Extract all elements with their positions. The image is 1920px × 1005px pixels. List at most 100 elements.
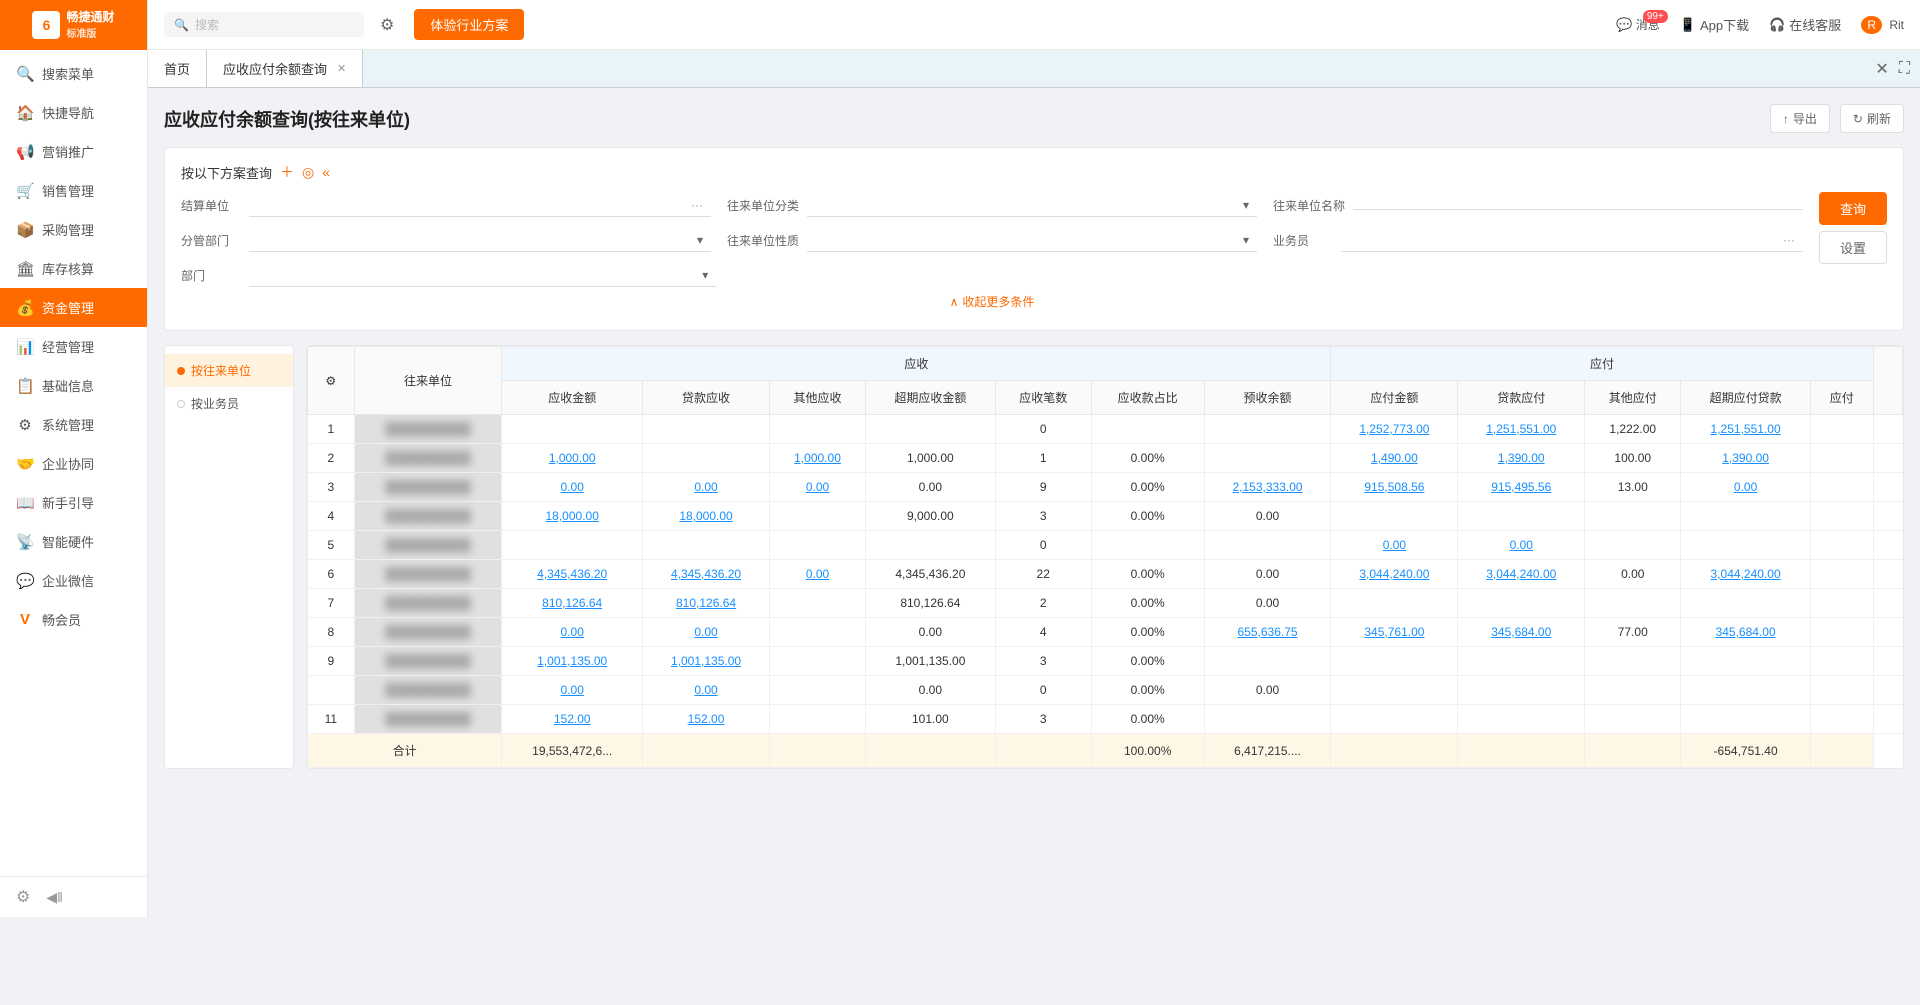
- table-cell[interactable]: 1,390.00: [1681, 444, 1811, 473]
- table-cell[interactable]: 0.00: [643, 676, 770, 705]
- sidebar-item-cooperation[interactable]: 🤝 企业协同: [0, 444, 147, 483]
- table-cell[interactable]: [643, 415, 770, 444]
- header-search-box[interactable]: 🔍 搜索: [164, 12, 364, 37]
- footer-advance[interactable]: 6,417,215....: [1204, 734, 1331, 768]
- table-cell[interactable]: 1,000.00: [502, 444, 643, 473]
- settings-icon[interactable]: ⚙: [16, 887, 30, 907]
- branch-dept-select[interactable]: ▾: [249, 229, 711, 252]
- header-gear-icon[interactable]: ⚙: [380, 15, 394, 35]
- sidebar-item-weixin[interactable]: 💬 企业微信: [0, 561, 147, 600]
- table-cell[interactable]: 0.00: [769, 560, 865, 589]
- table-cell[interactable]: 1,252,773.00: [1331, 415, 1458, 444]
- table-cell[interactable]: 1,001,135.00: [643, 647, 770, 676]
- table-cell[interactable]: [643, 531, 770, 560]
- filter-collapse-icon[interactable]: «: [322, 164, 330, 180]
- sidebar-item-operation[interactable]: 📊 经营管理: [0, 327, 147, 366]
- message-button[interactable]: 💬 消息 99+: [1616, 16, 1660, 33]
- user-menu[interactable]: R Rit: [1861, 18, 1904, 32]
- add-filter-icon[interactable]: ＋: [280, 162, 294, 182]
- table-cell: [1585, 589, 1681, 618]
- table-cell[interactable]: 4,345,436.20: [502, 560, 643, 589]
- tab-ar-ap[interactable]: 应收应付余额查询 ✕: [207, 50, 363, 87]
- table-cell[interactable]: 0.00: [1331, 531, 1458, 560]
- partner-name-input[interactable]: [1353, 201, 1803, 210]
- collapse-icon[interactable]: ◀‖: [46, 889, 63, 906]
- table-cell[interactable]: 3,044,240.00: [1458, 560, 1585, 589]
- partner-nature-select[interactable]: ▾: [807, 229, 1257, 252]
- online-service-button[interactable]: 🎧 在线客服: [1769, 15, 1841, 34]
- sidebar-item-guide[interactable]: 📖 新手引导: [0, 483, 147, 522]
- footer-ar-total[interactable]: 19,553,472,6...: [502, 734, 643, 768]
- table-cell[interactable]: 0.00: [502, 473, 643, 502]
- table-cell: [1331, 647, 1458, 676]
- table-cell[interactable]: 1,490.00: [1331, 444, 1458, 473]
- table-cell[interactable]: 810,126.64: [643, 589, 770, 618]
- table-cell[interactable]: 345,761.00: [1331, 618, 1458, 647]
- table-cell[interactable]: 0.00: [643, 473, 770, 502]
- table-cell[interactable]: 3,044,240.00: [1331, 560, 1458, 589]
- table-cell[interactable]: 1,390.00: [1458, 444, 1585, 473]
- left-panel-item-by-partner[interactable]: 按往来单位: [165, 354, 293, 387]
- sidebar-item-system[interactable]: ⚙ 系统管理: [0, 405, 147, 444]
- sidebar-item-finance[interactable]: 💰 资金管理: [0, 288, 147, 327]
- sidebar-item-smart-hw[interactable]: 📡 智能硬件: [0, 522, 147, 561]
- table-cell[interactable]: 18,000.00: [643, 502, 770, 531]
- table-cell[interactable]: 0.00: [1681, 473, 1811, 502]
- table-cell[interactable]: 1,000.00: [769, 444, 865, 473]
- table-cell[interactable]: 152.00: [502, 705, 643, 734]
- table-cell[interactable]: 152.00: [643, 705, 770, 734]
- table-cell[interactable]: 18,000.00: [502, 502, 643, 531]
- sidebar-item-purchase[interactable]: 📦 采购管理: [0, 210, 147, 249]
- table-cell[interactable]: 0.00: [502, 676, 643, 705]
- set-button[interactable]: 设置: [1819, 231, 1887, 264]
- salesperson-input[interactable]: ···: [1341, 229, 1803, 252]
- table-cell[interactable]: 0.00: [502, 618, 643, 647]
- table-cell[interactable]: [643, 444, 770, 473]
- table-cell[interactable]: 3,044,240.00: [1681, 560, 1811, 589]
- table-cell[interactable]: 0.00: [643, 618, 770, 647]
- page-title: 应收应付余额查询(按往来单位): [164, 106, 410, 132]
- table-cell[interactable]: 345,684.00: [1681, 618, 1811, 647]
- refresh-button[interactable]: ↻ 刷新: [1840, 104, 1904, 133]
- tab-expand-icon[interactable]: ⛶: [1899, 60, 1910, 78]
- query-button[interactable]: 查询: [1819, 192, 1887, 225]
- table-cell[interactable]: 1,251,551.00: [1458, 415, 1585, 444]
- sidebar-item-quick-nav[interactable]: 🏠 快捷导航: [0, 93, 147, 132]
- table-cell[interactable]: 915,508.56: [1331, 473, 1458, 502]
- settlement-unit-input[interactable]: ···: [249, 194, 711, 217]
- sidebar-item-marketing[interactable]: 📢 营销推广: [0, 132, 147, 171]
- tab-home[interactable]: 首页: [148, 50, 207, 87]
- table-cell[interactable]: 1,001,135.00: [502, 647, 643, 676]
- table-cell[interactable]: 0.00: [1458, 531, 1585, 560]
- table-cell[interactable]: 0.00: [769, 473, 865, 502]
- promo-button[interactable]: 体验行业方案: [414, 9, 524, 40]
- table-cell[interactable]: 810,126.64: [502, 589, 643, 618]
- table-cell[interactable]: 1,251,551.00: [1681, 415, 1811, 444]
- table-cell: ██████████: [354, 618, 502, 647]
- col-settings[interactable]: ⚙: [308, 347, 355, 415]
- table-cell[interactable]: 915,495.56: [1458, 473, 1585, 502]
- sidebar-item-warehouse[interactable]: 🏛 库存核算: [0, 249, 147, 288]
- left-panel-item-by-salesperson[interactable]: 按业务员: [165, 387, 293, 420]
- filter-settings-icon[interactable]: ◎: [302, 164, 314, 181]
- table-cell[interactable]: 345,684.00: [1458, 618, 1585, 647]
- table-cell[interactable]: 4,345,436.20: [643, 560, 770, 589]
- cooperation-icon: 🤝: [16, 455, 34, 473]
- tab-close-icon[interactable]: ✕: [337, 62, 346, 75]
- dept-select[interactable]: ▾: [249, 264, 716, 287]
- app-download-button[interactable]: 📱 App下载: [1680, 15, 1749, 34]
- collapse-more-btn[interactable]: ∧ 收起更多条件: [181, 287, 1803, 316]
- export-button[interactable]: ↑ 导出: [1770, 104, 1830, 133]
- partner-category-select[interactable]: ▾: [807, 194, 1257, 217]
- sidebar-item-member[interactable]: V 畅会员: [0, 600, 147, 639]
- sidebar-item-sales[interactable]: 🛒 销售管理: [0, 171, 147, 210]
- page-header: 应收应付余额查询(按往来单位) ↑ 导出 ↻ 刷新: [164, 104, 1904, 133]
- table-cell[interactable]: [502, 415, 643, 444]
- table-cell: 3: [995, 502, 1091, 531]
- by-partner-label: 按往来单位: [191, 362, 251, 379]
- table-cell[interactable]: [502, 531, 643, 560]
- sidebar-item-basic-info[interactable]: 📋 基础信息: [0, 366, 147, 405]
- tab-close-all-icon[interactable]: ✕: [1875, 59, 1888, 79]
- col-overdue-ap: 超期应付贷款: [1681, 381, 1811, 415]
- sidebar-item-search-menu[interactable]: 🔍 搜索菜单: [0, 54, 147, 93]
